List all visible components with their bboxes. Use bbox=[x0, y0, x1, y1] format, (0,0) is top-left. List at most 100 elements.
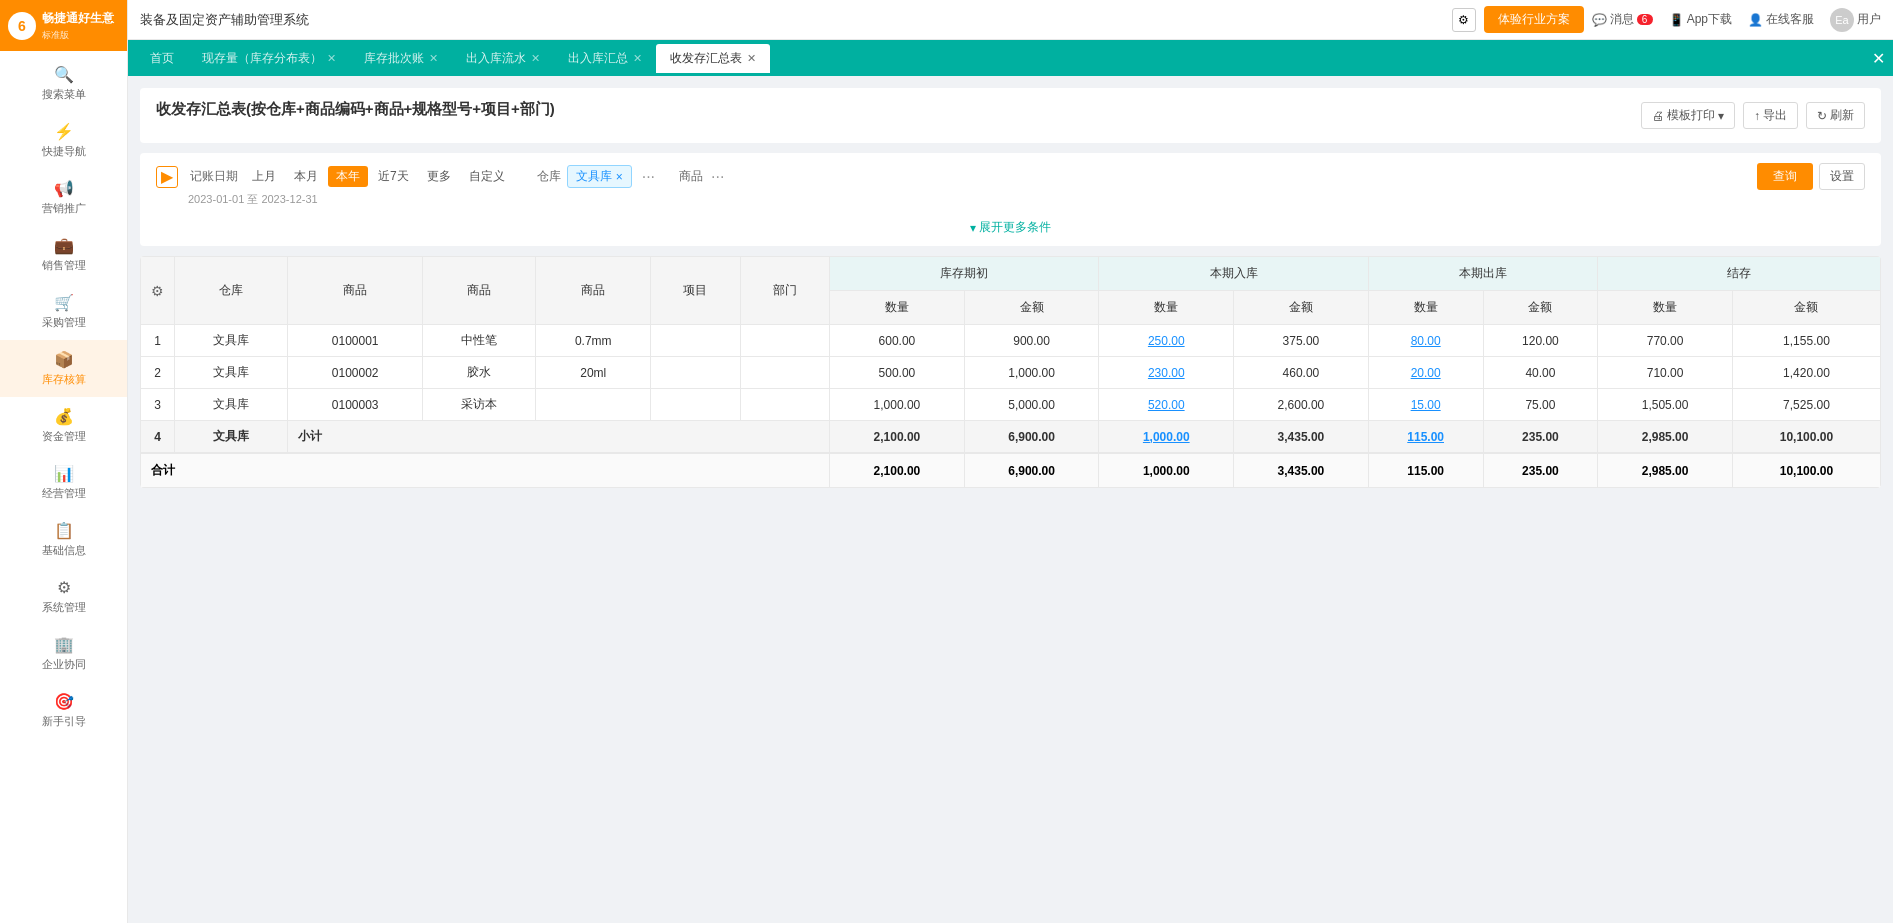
row-name: 胶水 bbox=[423, 357, 536, 389]
sidebar-item-finance[interactable]: 💰资金管理 bbox=[0, 397, 127, 454]
row-out-qty[interactable]: 20.00 bbox=[1368, 357, 1483, 389]
subtotal-out-qty[interactable]: 115.00 bbox=[1368, 421, 1483, 454]
date-option-更多[interactable]: 更多 bbox=[419, 166, 459, 187]
query-button[interactable]: 查询 bbox=[1757, 163, 1813, 190]
date-option-上月[interactable]: 上月 bbox=[244, 166, 284, 187]
row-in-qty[interactable]: 250.00 bbox=[1099, 325, 1234, 357]
trial-button[interactable]: 体验行业方案 bbox=[1484, 6, 1584, 33]
data-table: ⚙ 仓库 商品 商品 商品 项目 部门 库存期初 本期入库 本期出库 结存 bbox=[140, 256, 1881, 488]
sidebar-item-guide[interactable]: 🎯新手引导 bbox=[0, 682, 127, 739]
date-option-本年[interactable]: 本年 bbox=[328, 166, 368, 187]
logo-text: 畅捷通好生意 标准版 bbox=[42, 10, 114, 41]
logo-icon: 6 bbox=[8, 12, 36, 40]
message-item[interactable]: 💬 消息 6 bbox=[1592, 11, 1653, 28]
print-button[interactable]: 🖨 模板打印 ▾ bbox=[1641, 102, 1735, 129]
sidebar-item-inventory[interactable]: 📦库存核算 bbox=[0, 340, 127, 397]
row-out-qty[interactable]: 80.00 bbox=[1368, 325, 1483, 357]
tab-stock-dist[interactable]: 现存量（库存分布表）✕ bbox=[188, 44, 350, 73]
row-close-amt: 7,525.00 bbox=[1732, 389, 1880, 421]
tab-batch[interactable]: 库存批次账✕ bbox=[350, 44, 452, 73]
table-row: 1 文具库 0100001 中性笔 0.7mm 600.00 900.00 25… bbox=[141, 325, 1881, 357]
total-in-qty: 1,000.00 bbox=[1099, 453, 1234, 488]
tab-label-receive-summary: 收发存汇总表 bbox=[670, 50, 742, 67]
row-close-qty: 1,505.00 bbox=[1598, 389, 1733, 421]
goods-more-dots[interactable]: ··· bbox=[711, 168, 724, 186]
settings-button[interactable]: 设置 bbox=[1819, 163, 1865, 190]
refresh-icon: ↻ bbox=[1817, 109, 1827, 123]
sidebar-item-marketing[interactable]: 📢营销推广 bbox=[0, 169, 127, 226]
warehouse-tag-remove[interactable]: × bbox=[616, 170, 623, 184]
tabs-bar: 首页现存量（库存分布表）✕库存批次账✕出入库流水✕出入库汇总✕ 收发存汇总表 ✕ ✕ bbox=[128, 40, 1893, 76]
tab-inout-summary[interactable]: 出入库汇总✕ bbox=[554, 44, 656, 73]
row-in-amt: 460.00 bbox=[1234, 357, 1369, 389]
chevron-down-icon: ▾ bbox=[1718, 109, 1724, 123]
subtotal-close-qty: 2,985.00 bbox=[1598, 421, 1733, 454]
user-item[interactable]: Ea 用户 bbox=[1830, 8, 1881, 32]
row-warehouse: 文具库 bbox=[175, 389, 288, 421]
row-warehouse: 文具库 bbox=[175, 325, 288, 357]
sidebar-item-sales[interactable]: 💼销售管理 bbox=[0, 226, 127, 283]
row-num: 3 bbox=[141, 389, 175, 421]
row-out-amt: 40.00 bbox=[1483, 357, 1598, 389]
total-label: 合计 bbox=[141, 453, 830, 488]
print-icon: 🖨 bbox=[1652, 109, 1664, 123]
message-icon: 💬 bbox=[1592, 13, 1607, 27]
tab-receive-summary[interactable]: 收发存汇总表 ✕ bbox=[656, 44, 770, 73]
row-open-amt: 900.00 bbox=[964, 325, 1099, 357]
tabs-close-all[interactable]: ✕ bbox=[1872, 49, 1885, 68]
date-option-本月[interactable]: 本月 bbox=[286, 166, 326, 187]
date-option-自定义[interactable]: 自定义 bbox=[461, 166, 513, 187]
col-close-qty-header: 数量 bbox=[1598, 291, 1733, 325]
row-open-qty: 1,000.00 bbox=[830, 389, 965, 421]
row-open-amt: 1,000.00 bbox=[964, 357, 1099, 389]
date-option-近7天[interactable]: 近7天 bbox=[370, 166, 417, 187]
tab-close-inout-flow[interactable]: ✕ bbox=[531, 52, 540, 65]
col-code-header: 商品 bbox=[288, 257, 423, 325]
tab-close-stock-dist[interactable]: ✕ bbox=[327, 52, 336, 65]
tab-close-inout-summary[interactable]: ✕ bbox=[633, 52, 642, 65]
col-out-qty-header: 数量 bbox=[1368, 291, 1483, 325]
filter-expand-arrow[interactable]: ▶ bbox=[156, 166, 178, 188]
tab-close-batch[interactable]: ✕ bbox=[429, 52, 438, 65]
sidebar-item-basic[interactable]: 📋基础信息 bbox=[0, 511, 127, 568]
export-button[interactable]: ↑ 导出 bbox=[1743, 102, 1798, 129]
warehouse-more-dots[interactable]: ··· bbox=[642, 168, 655, 186]
col-settings-header[interactable]: ⚙ bbox=[141, 257, 175, 325]
row-in-qty[interactable]: 520.00 bbox=[1099, 389, 1234, 421]
warehouse-filter: 仓库 文具库 × ··· bbox=[537, 165, 655, 188]
search-icon: 🔍 bbox=[54, 65, 74, 84]
col-close-amt-header: 金额 bbox=[1732, 291, 1880, 325]
row-open-qty: 500.00 bbox=[830, 357, 965, 389]
topbar-settings-icon[interactable]: ⚙ bbox=[1452, 8, 1476, 32]
content-area: 收发存汇总表(按仓库+商品编码+商品+规格型号+项目+部门) 🖨 模板打印 ▾ … bbox=[128, 76, 1893, 923]
total-out-qty: 115.00 bbox=[1368, 453, 1483, 488]
sidebar-item-enterprise[interactable]: 🏢企业协同 bbox=[0, 625, 127, 682]
sidebar-item-quick-nav[interactable]: ⚡快捷导航 bbox=[0, 112, 127, 169]
tab-close-receive-summary[interactable]: ✕ bbox=[747, 52, 756, 65]
refresh-button[interactable]: ↻ 刷新 bbox=[1806, 102, 1865, 129]
sidebar-item-system[interactable]: ⚙系统管理 bbox=[0, 568, 127, 625]
row-warehouse: 文具库 bbox=[175, 357, 288, 389]
tab-inout-flow[interactable]: 出入库流水✕ bbox=[452, 44, 554, 73]
system-icon: ⚙ bbox=[57, 578, 71, 597]
sidebar-label-inventory: 库存核算 bbox=[42, 372, 86, 387]
row-dept bbox=[740, 357, 829, 389]
tab-home[interactable]: 首页 bbox=[136, 44, 188, 73]
table-body: 1 文具库 0100001 中性笔 0.7mm 600.00 900.00 25… bbox=[141, 325, 1881, 454]
expand-conditions-btn[interactable]: ▾ 展开更多条件 bbox=[970, 219, 1051, 236]
sidebar-item-search[interactable]: 🔍搜索菜单 bbox=[0, 55, 127, 112]
row-out-qty[interactable]: 15.00 bbox=[1368, 389, 1483, 421]
sidebar-item-business[interactable]: 📊经营管理 bbox=[0, 454, 127, 511]
sidebar-item-purchase[interactable]: 🛒采购管理 bbox=[0, 283, 127, 340]
row-in-qty[interactable]: 230.00 bbox=[1099, 357, 1234, 389]
total-row: 合计 2,100.00 6,900.00 1,000.00 3,435.00 1… bbox=[141, 453, 1881, 488]
column-settings-icon[interactable]: ⚙ bbox=[151, 283, 164, 299]
row-dept bbox=[740, 389, 829, 421]
row-project bbox=[651, 357, 740, 389]
subtotal-out-amt: 235.00 bbox=[1483, 421, 1598, 454]
date-filter-label: 记账日期 bbox=[190, 168, 238, 185]
subtotal-in-qty[interactable]: 1,000.00 bbox=[1099, 421, 1234, 454]
app-download-item[interactable]: 📱 App下载 bbox=[1669, 11, 1732, 28]
col-warehouse-header: 仓库 bbox=[175, 257, 288, 325]
online-service-item[interactable]: 👤 在线客服 bbox=[1748, 11, 1814, 28]
